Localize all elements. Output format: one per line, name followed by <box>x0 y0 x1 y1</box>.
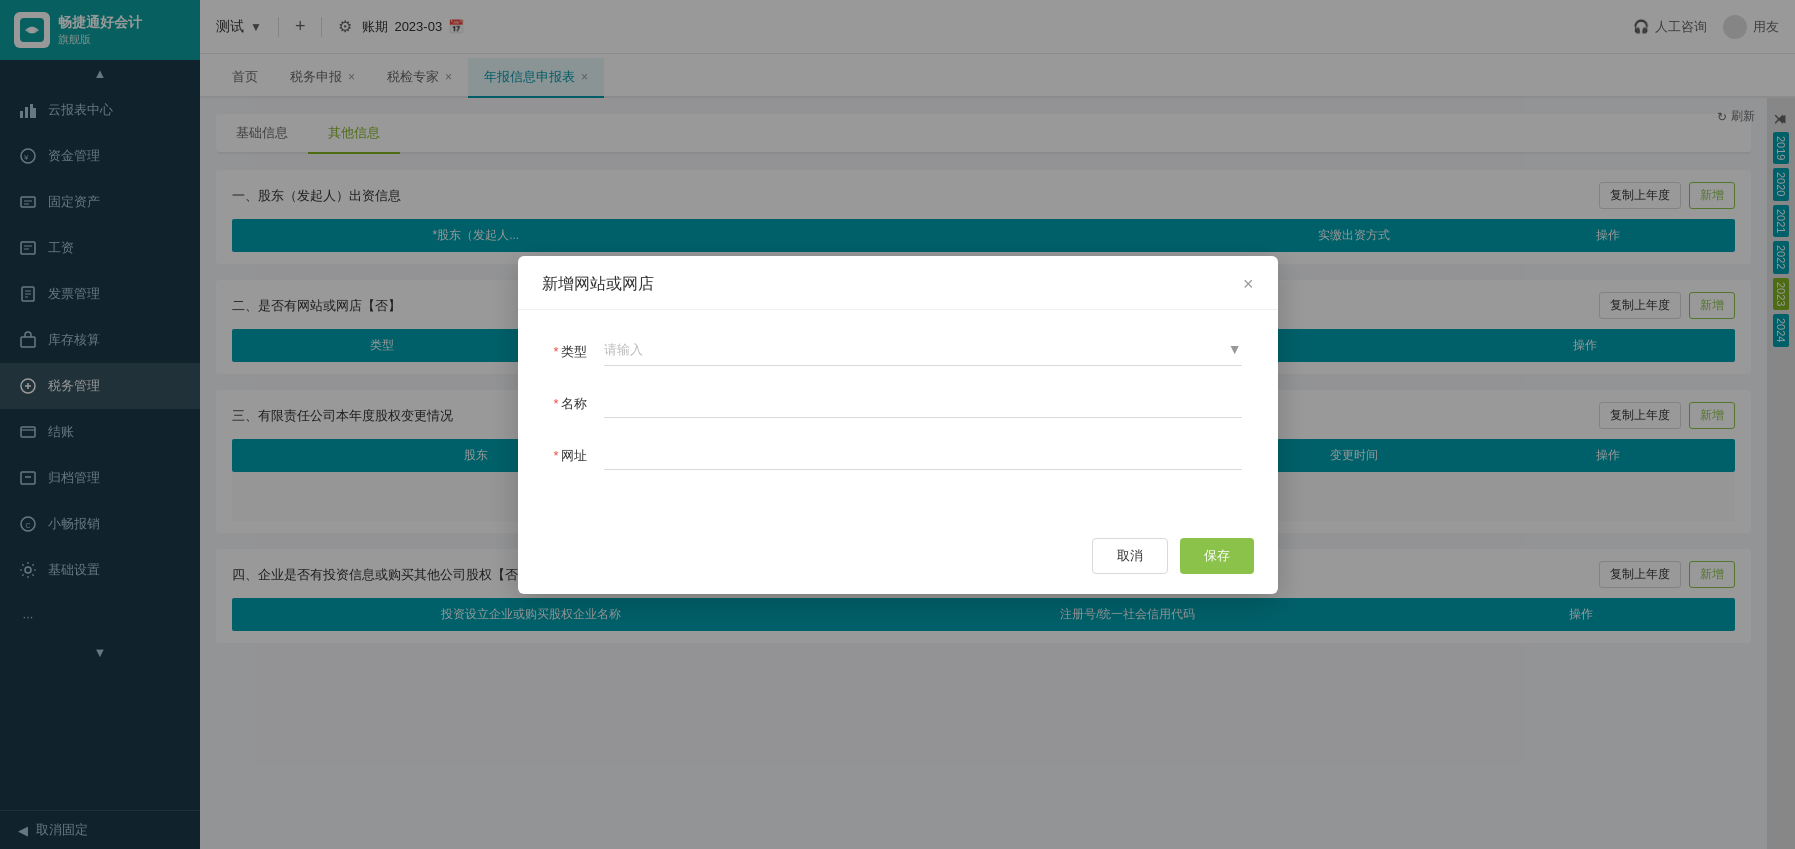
dialog-close-button[interactable]: × <box>1243 275 1254 293</box>
name-input-wrap <box>604 390 1242 418</box>
form-row-name: *名称 <box>554 390 1242 418</box>
dialog-title: 新增网站或网店 <box>542 274 654 295</box>
form-row-type: *类型 ▼ <box>554 338 1242 366</box>
add-website-dialog: 新增网站或网店 × *类型 ▼ *名称 <box>518 256 1278 594</box>
save-button[interactable]: 保存 <box>1180 538 1254 574</box>
type-input[interactable] <box>604 338 1228 361</box>
url-label: *网址 <box>554 447 594 465</box>
url-input-wrap <box>604 442 1242 470</box>
dialog-footer: 取消 保存 <box>518 522 1278 594</box>
dialog-overlay: 新增网站或网店 × *类型 ▼ *名称 <box>0 0 1795 849</box>
url-input[interactable] <box>604 442 1242 465</box>
name-input[interactable] <box>604 390 1242 413</box>
form-row-url: *网址 <box>554 442 1242 470</box>
dialog-body: *类型 ▼ *名称 *网址 <box>518 310 1278 522</box>
type-dropdown-icon[interactable]: ▼ <box>1228 341 1242 357</box>
name-label: *名称 <box>554 395 594 413</box>
dialog-header: 新增网站或网店 × <box>518 256 1278 310</box>
type-label: *类型 <box>554 343 594 361</box>
type-input-wrap: ▼ <box>604 338 1242 366</box>
cancel-button[interactable]: 取消 <box>1092 538 1168 574</box>
